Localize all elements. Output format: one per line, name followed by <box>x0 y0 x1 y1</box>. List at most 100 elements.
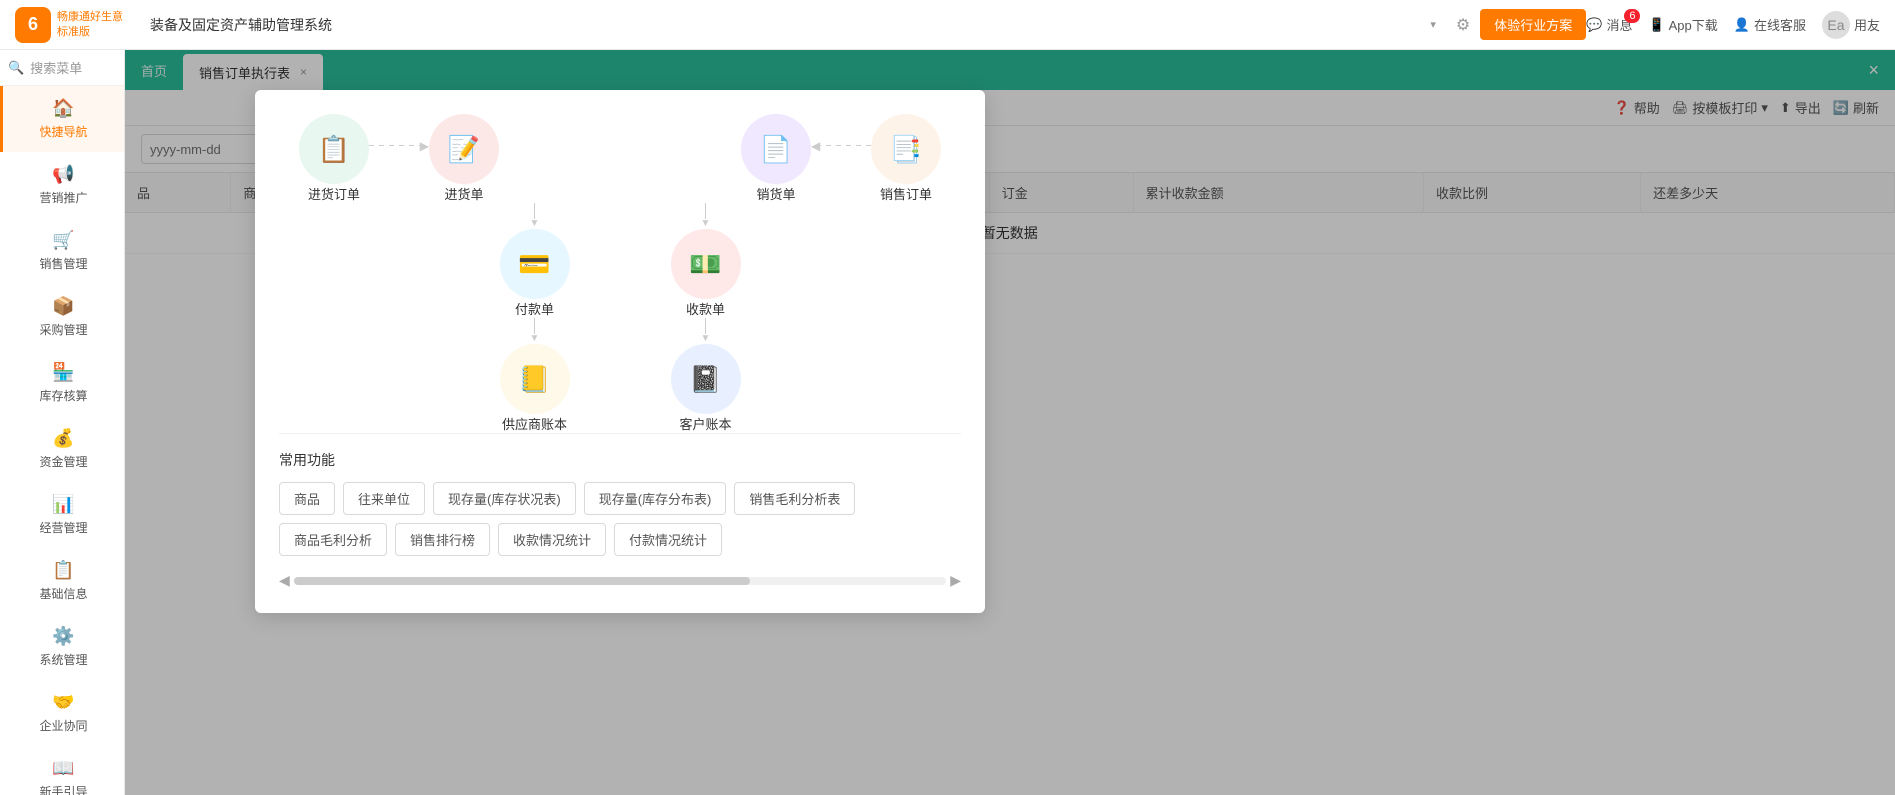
flow-item-purchase-order[interactable]: 📋 进货订单 <box>299 114 369 203</box>
receipt-label: 收款单 <box>686 299 725 318</box>
sidebar-item-inventory[interactable]: 🏪 库存核算 <box>0 350 124 416</box>
common-func-btn-8[interactable]: 付款情况统计 <box>614 523 722 556</box>
sidebar-item-finance[interactable]: 💰 资金管理 <box>0 416 124 482</box>
online-service-btn[interactable]: 👤 在线客服 <box>1734 15 1806 34</box>
message-btn[interactable]: 💬 消息 6 <box>1586 15 1632 34</box>
main-content: 首页 销售订单执行表 × × ❓ 帮助 🖨 按模板打印 ▾ ⬆ 导出 <box>125 50 1895 795</box>
v-connector-payment: ▼ <box>530 203 540 229</box>
user-menu[interactable]: Ea 用友 <box>1822 11 1880 39</box>
receipt-circle: 💵 <box>671 229 741 299</box>
guide-icon: 📖 <box>52 758 74 779</box>
v-connector-receipt: ▼ <box>701 203 711 229</box>
flow-item-customer-ledger[interactable]: 📓 客户账本 <box>671 344 741 433</box>
scroll-left-icon[interactable]: ◀ <box>279 572 290 589</box>
service-icon: 👤 <box>1734 17 1750 33</box>
flow-item-supplier-ledger[interactable]: 📒 供应商账本 <box>500 344 570 433</box>
purchase-bill-icon: 📝 <box>448 134 480 165</box>
common-func-btn-5[interactable]: 商品毛利分析 <box>279 523 387 556</box>
sales-order-label: 销售订单 <box>880 184 932 203</box>
v-connector-supplier: ▼ <box>530 318 540 344</box>
sales-order-circle: 📑 <box>871 114 941 184</box>
logo-icon: 6 <box>15 7 51 43</box>
sidebar-item-sales[interactable]: 🛒 销售管理 <box>0 218 124 284</box>
common-func-btn-0[interactable]: 商品 <box>279 482 335 515</box>
flow-item-payment[interactable]: 💳 付款单 <box>500 229 570 318</box>
search-icon: 🔍 <box>8 60 24 76</box>
sidebar-item-operation[interactable]: 📊 经营管理 <box>0 482 124 548</box>
scrollbar-track[interactable] <box>294 577 946 585</box>
flow-item-sales-order[interactable]: 📑 销售订单 <box>871 114 941 203</box>
flow-item-receipt[interactable]: 💵 收款单 <box>671 229 741 318</box>
basic-icon: 📋 <box>52 560 74 581</box>
finance-icon: 💰 <box>52 428 74 449</box>
sidebar-item-system[interactable]: ⚙️ 系统管理 <box>0 614 124 680</box>
purchase-order-icon: 📋 <box>318 134 350 165</box>
flow-item-sales-bill[interactable]: 📄 销货单 <box>741 114 811 203</box>
supplier-ledger-label: 供应商账本 <box>502 414 567 433</box>
sidebar-item-enterprise[interactable]: 🤝 企业协同 <box>0 680 124 746</box>
customer-ledger-label: 客户账本 <box>679 414 731 433</box>
customer-ledger-circle: 📓 <box>671 344 741 414</box>
payment-circle: 💳 <box>500 229 570 299</box>
logo-text: 畅康通好生意 标准版 <box>57 10 123 39</box>
experience-btn[interactable]: 体验行业方案 <box>1480 9 1586 40</box>
common-func-btn-6[interactable]: 销售排行榜 <box>395 523 490 556</box>
common-section: 常用功能 商品往来单位现存量(库存状况表)现存量(库存分布表)销售毛利分析表商品… <box>279 433 961 556</box>
sales-bill-circle: 📄 <box>741 114 811 184</box>
payment-icon: 💳 <box>518 249 550 280</box>
common-func-btn-4[interactable]: 销售毛利分析表 <box>734 482 855 515</box>
common-func-btn-7[interactable]: 收款情况统计 <box>498 523 606 556</box>
main-layout: 🔍 搜索菜单 🏠 快捷导航 📢 营销推广 🛒 销售管理 📦 采购管理 🏪 库存核… <box>0 50 1895 795</box>
sidebar-item-quick[interactable]: 🏠 快捷导航 <box>0 86 124 152</box>
purchase-order-label: 进货订单 <box>308 184 360 203</box>
inventory-icon: 🏪 <box>52 362 74 383</box>
customer-ledger-icon: 📓 <box>689 364 721 395</box>
sales-icon: 🛒 <box>52 230 74 251</box>
purchase-icon: 📦 <box>52 296 74 317</box>
operation-icon: 📊 <box>52 494 74 515</box>
sidebar-search[interactable]: 🔍 搜索菜单 <box>0 50 124 86</box>
app-download-btn[interactable]: 📱 App下载 <box>1648 15 1717 34</box>
system-title: 装备及固定资产辅助管理系统 <box>150 15 1426 35</box>
flow-diagram: 📋 进货订单 ▶ 📝 <box>279 114 961 433</box>
purchase-bill-circle: 📝 <box>429 114 499 184</box>
receipt-icon: 💵 <box>689 249 721 280</box>
enterprise-icon: 🤝 <box>52 692 74 713</box>
sales-bill-label: 销货单 <box>756 184 795 203</box>
sidebar-item-guide[interactable]: 📖 新手引导 <box>0 746 124 795</box>
message-icon: 💬 <box>1586 17 1602 33</box>
avatar: Ea <box>1822 11 1850 39</box>
purchase-order-circle: 📋 <box>299 114 369 184</box>
scroll-right-icon[interactable]: ▶ <box>950 572 961 589</box>
purchase-bill-label: 进货单 <box>444 184 483 203</box>
common-func-btn-1[interactable]: 往来单位 <box>343 482 425 515</box>
supplier-ledger-circle: 📒 <box>500 344 570 414</box>
common-func-btn-3[interactable]: 现存量(库存分布表) <box>584 482 727 515</box>
modal-overlay[interactable]: 📋 进货订单 ▶ 📝 <box>125 50 1895 795</box>
topbar: 6 畅康通好生意 标准版 装备及固定资产辅助管理系统 ▾ ⚙ 体验行业方案 💬 … <box>0 0 1895 50</box>
supplier-ledger-icon: 📒 <box>518 364 550 395</box>
topbar-right: 💬 消息 6 📱 App下载 👤 在线客服 Ea 用友 <box>1586 11 1880 39</box>
flow-item-purchase-bill[interactable]: 📝 进货单 <box>429 114 499 203</box>
sidebar-item-marketing[interactable]: 📢 营销推广 <box>0 152 124 218</box>
common-buttons: 商品往来单位现存量(库存状况表)现存量(库存分布表)销售毛利分析表商品毛利分析销… <box>279 482 961 556</box>
sales-order-icon: 📑 <box>890 134 922 165</box>
marketing-icon: 📢 <box>52 164 74 185</box>
settings-icon[interactable]: ⚙ <box>1456 15 1470 35</box>
quick-nav-modal: 📋 进货订单 ▶ 📝 <box>255 90 985 613</box>
quick-icon: 🏠 <box>52 98 74 119</box>
v-connector-customer: ▼ <box>701 318 711 344</box>
sidebar: 🔍 搜索菜单 🏠 快捷导航 📢 营销推广 🛒 销售管理 📦 采购管理 🏪 库存核… <box>0 50 125 795</box>
common-func-btn-2[interactable]: 现存量(库存状况表) <box>433 482 576 515</box>
sidebar-item-basic[interactable]: 📋 基础信息 <box>0 548 124 614</box>
payment-label: 付款单 <box>515 299 554 318</box>
sidebar-item-purchase[interactable]: 📦 采购管理 <box>0 284 124 350</box>
system-dropdown[interactable]: ▾ <box>1430 18 1436 31</box>
common-title: 常用功能 <box>279 450 961 470</box>
message-badge: 6 <box>1624 9 1640 23</box>
flow-top-row: 📋 进货订单 ▶ 📝 <box>279 114 961 203</box>
scrollbar-thumb <box>294 577 751 585</box>
modal-scrollbar: ◀ ▶ <box>279 572 961 589</box>
logo-area: 6 畅康通好生意 标准版 <box>15 7 140 43</box>
sales-bill-icon: 📄 <box>760 134 792 165</box>
